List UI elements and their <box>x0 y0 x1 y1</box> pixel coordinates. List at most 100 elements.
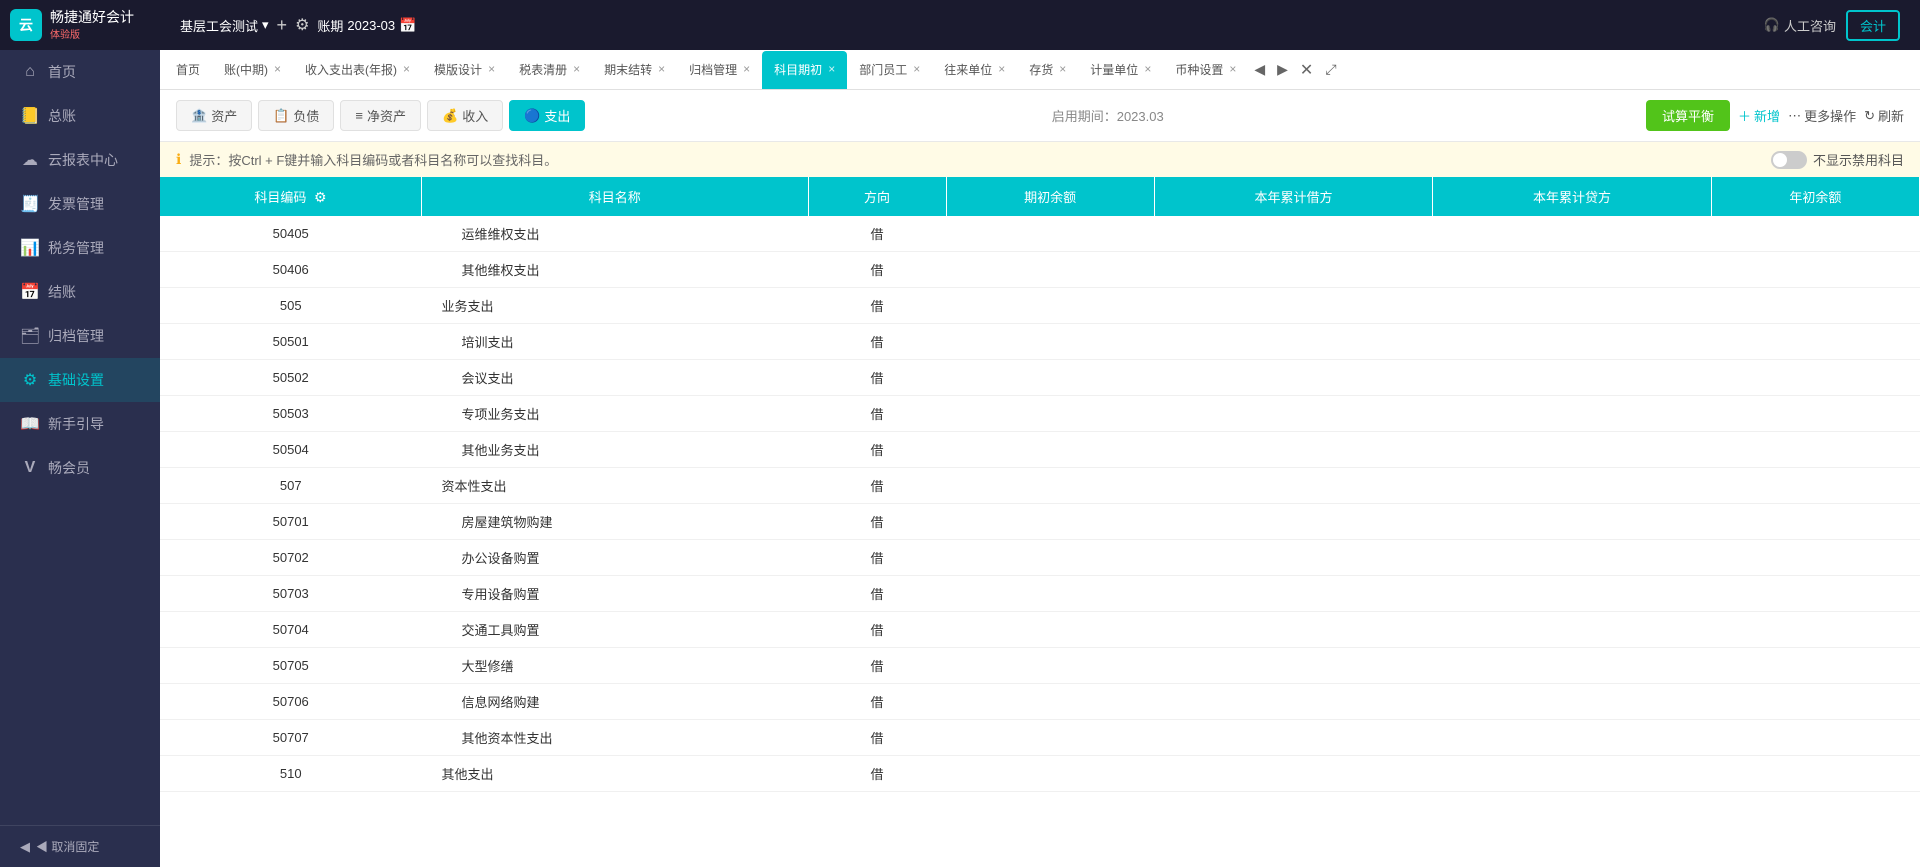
sidebar-label-reports: 云报表中心 <box>48 150 118 170</box>
warning-icon: ℹ <box>176 151 181 168</box>
more-btn[interactable]: ⋯ 更多操作 <box>1788 106 1856 125</box>
tab-currency[interactable]: 币种设置 × <box>1163 51 1248 89</box>
table-row[interactable]: 505业务支出借 <box>160 288 1920 324</box>
header-right: 🎧 人工咨询 会计 <box>1764 10 1900 41</box>
cell-period-balance <box>946 648 1154 684</box>
cell-year-credit <box>1433 324 1712 360</box>
sidebar-item-invoice[interactable]: 🧾 发票管理 <box>0 182 160 226</box>
cell-year-balance <box>1711 540 1919 576</box>
filter-tab-asset[interactable]: 🏦 资产 <box>176 100 252 131</box>
tab-archiving-close[interactable]: × <box>743 62 750 76</box>
tab-tax-close[interactable]: × <box>573 62 580 76</box>
cell-code: 50502 <box>160 360 421 396</box>
cell-year-credit <box>1433 216 1712 252</box>
tab-customers[interactable]: 往来单位 × <box>932 51 1017 89</box>
sidebar-item-reports[interactable]: ☁ 云报表中心 <box>0 138 160 182</box>
cloud-icon: ☁ <box>20 150 40 170</box>
table-row[interactable]: 50406其他维权支出借 <box>160 252 1920 288</box>
table-row[interactable]: 510其他支出借 <box>160 756 1920 792</box>
company-selector[interactable]: 基层工会测试 ▾ <box>180 16 269 35</box>
tab-inventory[interactable]: 存货 × <box>1017 51 1078 89</box>
tab-tax[interactable]: 税表清册 × <box>507 51 592 89</box>
tab-prev-btn[interactable]: ◀ <box>1248 57 1271 82</box>
table-row[interactable]: 50704交通工具购置借 <box>160 612 1920 648</box>
sidebar-collapse-btn[interactable]: ◀ ◀ 取消固定 <box>0 825 160 867</box>
table-row[interactable]: 50703专用设备购置借 <box>160 576 1920 612</box>
tab-archiving[interactable]: 归档管理 × <box>677 51 762 89</box>
tab-period-end[interactable]: 期末结转 × <box>592 51 677 89</box>
sidebar-item-ledger[interactable]: 📒 总账 <box>0 94 160 138</box>
tab-subject-init-close[interactable]: × <box>828 62 835 76</box>
member-icon: V <box>20 459 40 477</box>
more-icon: ⋯ <box>1788 108 1801 124</box>
sidebar-item-home[interactable]: ⌂ 首页 <box>0 50 160 94</box>
filter-tab-debt[interactable]: 📋 负债 <box>258 100 334 131</box>
table-row[interactable]: 50503专项业务支出借 <box>160 396 1920 432</box>
sidebar-item-tax[interactable]: 📊 税务管理 <box>0 226 160 270</box>
tab-annual-close[interactable]: × <box>403 62 410 76</box>
refresh-btn[interactable]: ↻ 刷新 <box>1864 106 1904 125</box>
company-name: 基层工会测试 <box>180 16 258 35</box>
cell-code: 507 <box>160 468 421 504</box>
table-row[interactable]: 50705大型修缮借 <box>160 648 1920 684</box>
table-row[interactable]: 50502会议支出借 <box>160 360 1920 396</box>
sidebar-item-close[interactable]: 📅 结账 <box>0 270 160 314</box>
sidebar-item-member[interactable]: V 畅会员 <box>0 446 160 490</box>
table-container[interactable]: 科目编码 ⚙ 科目名称 方向 期初余额 本年累计借方 本年累计贷方 年初余额 5… <box>160 177 1920 867</box>
tab-inventory-close[interactable]: × <box>1059 62 1066 76</box>
tab-bar: 首页 账(中期) × 收入支出表(年报) × 模版设计 × 税表清册 × 期末结… <box>160 50 1920 90</box>
table-header-row: 科目编码 ⚙ 科目名称 方向 期初余额 本年累计借方 本年累计贷方 年初余额 <box>160 177 1920 216</box>
tab-template[interactable]: 模版设计 × <box>422 51 507 89</box>
settings-icon[interactable]: ⚙ <box>295 15 309 35</box>
cell-period-balance <box>946 432 1154 468</box>
period-info: 账期 2023-03 📅 <box>317 16 416 35</box>
tab-currency-close[interactable]: × <box>1229 62 1236 76</box>
tab-home[interactable]: 首页 <box>164 51 212 89</box>
balance-btn[interactable]: 试算平衡 <box>1646 100 1730 131</box>
cell-year-balance <box>1711 648 1919 684</box>
sidebar-item-guide[interactable]: 📖 新手引导 <box>0 402 160 446</box>
tab-maximize-btn[interactable]: ⤢ <box>1319 57 1342 82</box>
tab-department-close[interactable]: × <box>913 62 920 76</box>
table-row[interactable]: 50706信息网络购建借 <box>160 684 1920 720</box>
filter-tab-expense[interactable]: 🔵 支出 <box>509 100 585 131</box>
add-btn[interactable]: ＋ 新增 <box>1738 106 1780 125</box>
cell-year-debit <box>1154 756 1433 792</box>
table-row[interactable]: 50701房屋建筑物购建借 <box>160 504 1920 540</box>
toggle-disabled-switch[interactable] <box>1771 151 1807 169</box>
table-row[interactable]: 50504其他业务支出借 <box>160 432 1920 468</box>
table-row[interactable]: 50707其他资本性支出借 <box>160 720 1920 756</box>
col-settings-icon[interactable]: ⚙ <box>314 189 327 205</box>
tab-template-close[interactable]: × <box>488 62 495 76</box>
table-row[interactable]: 50405运维维权支出借 <box>160 216 1920 252</box>
tab-template-label: 模版设计 <box>434 61 482 78</box>
tab-subject-init[interactable]: 科目期初 × <box>762 51 847 89</box>
table-row[interactable]: 50702办公设备购置借 <box>160 540 1920 576</box>
tab-period-end-close[interactable]: × <box>658 62 665 76</box>
table-row[interactable]: 50501培训支出借 <box>160 324 1920 360</box>
main-layout: ⌂ 首页 📒 总账 ☁ 云报表中心 🧾 发票管理 📊 税务管理 📅 结账 🗂 归… <box>0 50 1920 867</box>
filter-tab-income[interactable]: 💰 收入 <box>427 100 503 131</box>
kuaiji-button[interactable]: 会计 <box>1846 10 1900 41</box>
cell-code: 50703 <box>160 576 421 612</box>
service-label: 人工咨询 <box>1784 16 1836 35</box>
sidebar-item-archive[interactable]: 🗂 归档管理 <box>0 314 160 358</box>
tab-customers-close[interactable]: × <box>998 62 1005 76</box>
filter-tab-net-asset[interactable]: ≡ 净资产 <box>340 100 421 131</box>
tab-mid-period-close[interactable]: × <box>274 62 281 76</box>
tab-department[interactable]: 部门员工 × <box>847 51 932 89</box>
table-row[interactable]: 507资本性支出借 <box>160 468 1920 504</box>
add-tab-btn[interactable]: + <box>277 15 288 36</box>
tab-unit-close[interactable]: × <box>1144 62 1151 76</box>
tab-unit[interactable]: 计量单位 × <box>1078 51 1163 89</box>
tab-mid-period[interactable]: 账(中期) × <box>212 51 293 89</box>
sidebar-item-settings[interactable]: ⚙ 基础设置 <box>0 358 160 402</box>
tab-close-all-btn[interactable]: ✕ <box>1294 56 1319 84</box>
tab-next-btn[interactable]: ▶ <box>1271 57 1294 82</box>
sidebar-label-ledger: 总账 <box>48 106 76 126</box>
tab-mid-period-label: 账(中期) <box>224 61 268 78</box>
tab-annual-report[interactable]: 收入支出表(年报) × <box>293 51 422 89</box>
cell-period-balance <box>946 720 1154 756</box>
calendar-icon[interactable]: 📅 <box>399 17 416 34</box>
service-btn[interactable]: 🎧 人工咨询 <box>1764 16 1836 35</box>
